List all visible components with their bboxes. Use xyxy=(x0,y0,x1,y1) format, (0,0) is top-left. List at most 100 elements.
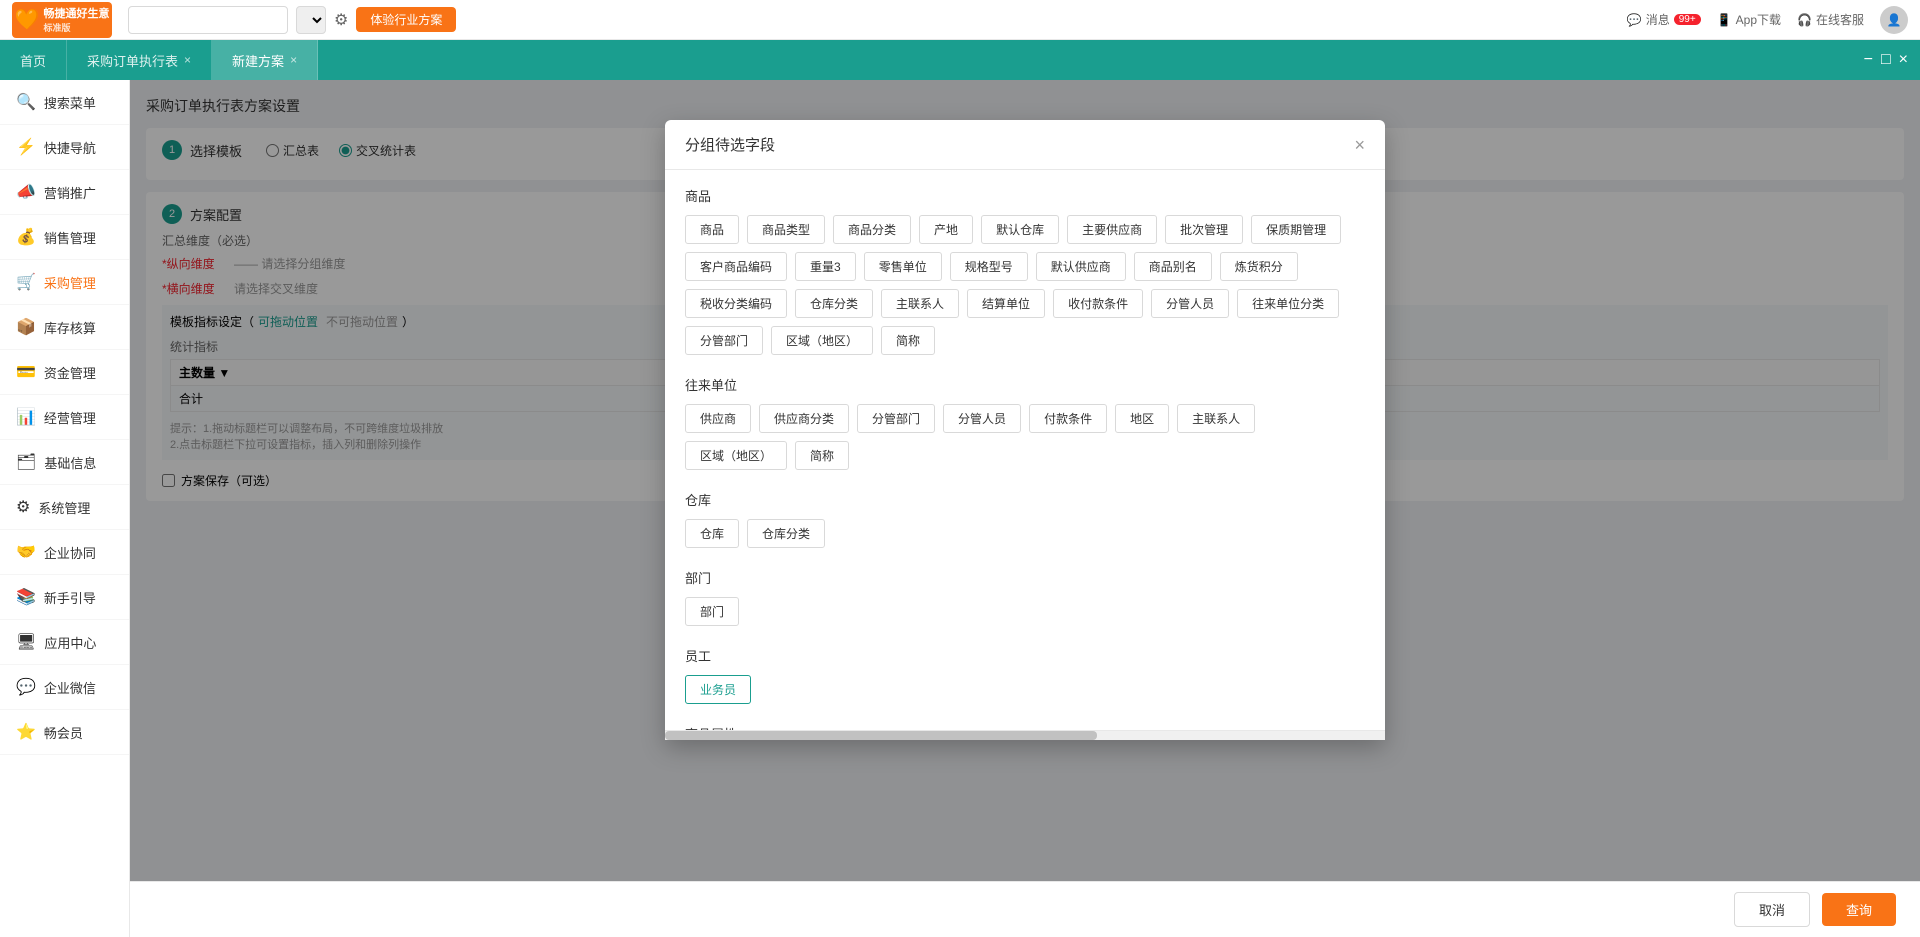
section-counterparty: 往来单位 供应商 供应商分类 分管部门 分管人员 付款条件 地区 主联系人 区域… xyxy=(685,375,1365,470)
tab-new-plan-close[interactable]: × xyxy=(290,53,297,67)
tag-default-supplier[interactable]: 默认供应商 xyxy=(1036,252,1126,281)
tab-purchase-order[interactable]: 采购订单执行表 × xyxy=(67,40,212,80)
tab-expand-icon[interactable]: □ xyxy=(1881,51,1891,69)
tag-warehouse[interactable]: 仓库 xyxy=(685,519,739,548)
tag-customer-goods-code[interactable]: 客户商品编码 xyxy=(685,252,787,281)
app-download-item[interactable]: 📱 App下载 xyxy=(1717,11,1781,28)
section-dept: 部门 部门 xyxy=(685,568,1365,626)
tag-payment-terms[interactable]: 收付款条件 xyxy=(1053,289,1143,318)
sidebar-item-appstore[interactable]: 🖥 应用中心 xyxy=(0,620,129,665)
tag-origin[interactable]: 产地 xyxy=(919,215,973,244)
modal-scrollbar-thumb[interactable] xyxy=(665,731,1097,740)
sidebar-item-inventory-label: 库存核算 xyxy=(44,318,96,337)
sidebar-item-quick-nav[interactable]: ⚡ 快捷导航 xyxy=(0,125,129,170)
sidebar-item-search[interactable]: 🔍 搜索菜单 xyxy=(0,80,129,125)
section-employee-tags: 业务员 xyxy=(685,675,1365,704)
cancel-button[interactable]: 取消 xyxy=(1734,892,1810,927)
tag-cp-payment[interactable]: 付款条件 xyxy=(1029,404,1107,433)
tag-main-contact[interactable]: 主联系人 xyxy=(881,289,959,318)
member-icon: ⭐ xyxy=(16,722,36,742)
tag-cp-manager[interactable]: 分管人员 xyxy=(943,404,1021,433)
tab-home[interactable]: 首页 xyxy=(0,40,67,80)
tag-region[interactable]: 区域（地区） xyxy=(771,326,873,355)
sidebar-item-system[interactable]: ⚙ 系统管理 xyxy=(0,485,129,530)
tag-manager[interactable]: 分管人员 xyxy=(1151,289,1229,318)
tag-batch-management[interactable]: 批次管理 xyxy=(1165,215,1243,244)
tag-dept[interactable]: 分管部门 xyxy=(685,326,763,355)
tag-retail-unit[interactable]: 零售单位 xyxy=(864,252,942,281)
section-employee-title: 员工 xyxy=(685,646,1365,665)
topbar-right: 💬 消息 99+ 📱 App下载 🎧 在线客服 👤 xyxy=(1627,6,1908,34)
tag-cp-area[interactable]: 地区 xyxy=(1115,404,1169,433)
lightning-icon: ⚡ xyxy=(16,137,36,157)
sidebar-item-appstore-label: 应用中心 xyxy=(44,633,96,652)
sidebar-item-purchase[interactable]: 🛒 采购管理 xyxy=(0,260,129,305)
tag-weight[interactable]: 重量3 xyxy=(795,252,856,281)
tag-salesperson[interactable]: 业务员 xyxy=(685,675,751,704)
sidebar-item-quick-nav-label: 快捷导航 xyxy=(44,138,96,157)
tag-default-warehouse[interactable]: 默认仓库 xyxy=(981,215,1059,244)
tag-goods-alias[interactable]: 商品别名 xyxy=(1134,252,1212,281)
tab-close-icon[interactable]: × xyxy=(1899,51,1908,69)
tag-warehouse-cat[interactable]: 仓库分类 xyxy=(747,519,825,548)
sidebar-item-sales[interactable]: 💰 销售管理 xyxy=(0,215,129,260)
tag-refine-points[interactable]: 炼货积分 xyxy=(1220,252,1298,281)
tag-cp-dept[interactable]: 分管部门 xyxy=(857,404,935,433)
tag-warehouse-category[interactable]: 仓库分类 xyxy=(795,289,873,318)
tag-goods[interactable]: 商品 xyxy=(685,215,739,244)
tag-spec-type[interactable]: 规格型号 xyxy=(950,252,1028,281)
sidebar-item-operations[interactable]: 📊 经营管理 xyxy=(0,395,129,440)
tab-new-plan[interactable]: 新建方案 × xyxy=(212,40,318,80)
sidebar-item-marketing-label: 营销推广 xyxy=(44,183,96,202)
tag-department[interactable]: 部门 xyxy=(685,597,739,626)
sidebar-item-system-label: 系统管理 xyxy=(38,498,90,517)
sidebar-item-basic-info[interactable]: 🗂 基础信息 xyxy=(0,440,129,485)
tag-supplier[interactable]: 供应商 xyxy=(685,404,751,433)
tag-cp-region[interactable]: 区域（地区） xyxy=(685,441,787,470)
tag-expiry-management[interactable]: 保质期管理 xyxy=(1251,215,1341,244)
tag-cp-contact[interactable]: 主联系人 xyxy=(1177,404,1255,433)
section-dept-title: 部门 xyxy=(685,568,1365,587)
search-dropdown[interactable] xyxy=(296,6,326,34)
tag-settlement-unit[interactable]: 结算单位 xyxy=(967,289,1045,318)
collab-icon: 🤝 xyxy=(16,542,36,562)
tag-goods-type[interactable]: 商品类型 xyxy=(747,215,825,244)
tag-cp-abbr[interactable]: 简称 xyxy=(795,441,849,470)
service-icon: 🎧 xyxy=(1797,13,1812,27)
tag-goods-category[interactable]: 商品分类 xyxy=(833,215,911,244)
sidebar-item-inventory[interactable]: 📦 库存核算 xyxy=(0,305,129,350)
sidebar-item-wechat[interactable]: 💬 企业微信 xyxy=(0,665,129,710)
gear-icon[interactable]: ⚙ xyxy=(334,10,348,30)
online-service-item[interactable]: 🎧 在线客服 xyxy=(1797,11,1864,28)
sidebar-item-collab[interactable]: 🤝 企业协同 xyxy=(0,530,129,575)
sidebar-item-guide[interactable]: 📚 新手引导 xyxy=(0,575,129,620)
tab-collapse-icon[interactable]: − xyxy=(1864,51,1873,69)
modal-scrollbar-track[interactable] xyxy=(665,730,1385,740)
user-avatar[interactable]: 👤 xyxy=(1880,6,1908,34)
sidebar-item-purchase-label: 采购管理 xyxy=(44,273,96,292)
tag-supplier-category[interactable]: 供应商分类 xyxy=(759,404,849,433)
tag-tax-code[interactable]: 税收分类编码 xyxy=(685,289,787,318)
section-warehouse: 仓库 仓库 仓库分类 xyxy=(685,490,1365,548)
tab-purchase-close[interactable]: × xyxy=(184,53,191,67)
sidebar-item-marketing[interactable]: 📣 营销推广 xyxy=(0,170,129,215)
confirm-button[interactable]: 查询 xyxy=(1822,893,1896,926)
experience-button[interactable]: 体验行业方案 xyxy=(356,7,456,32)
sidebar-item-finance[interactable]: 💳 资金管理 xyxy=(0,350,129,395)
modal-body[interactable]: 商品 商品 商品类型 商品分类 产地 默认仓库 主要供应商 批次管理 保质期管理… xyxy=(665,170,1385,730)
sidebar-item-guide-label: 新手引导 xyxy=(44,588,96,607)
logo-text: 畅捷通好生意 xyxy=(43,5,109,21)
tag-unit-category[interactable]: 往来单位分类 xyxy=(1237,289,1339,318)
search-icon: 🔍 xyxy=(16,92,36,112)
sidebar-item-member[interactable]: ⭐ 畅会员 xyxy=(0,710,129,755)
sidebar-item-sales-label: 销售管理 xyxy=(44,228,96,247)
tab-new-plan-label: 新建方案 xyxy=(232,51,284,70)
search-input[interactable] xyxy=(128,6,288,34)
modal-close-button[interactable]: × xyxy=(1354,136,1365,154)
download-icon: 📱 xyxy=(1717,13,1732,27)
tag-main-supplier[interactable]: 主要供应商 xyxy=(1067,215,1157,244)
sidebar: 🔍 搜索菜单 ⚡ 快捷导航 📣 营销推广 💰 销售管理 🛒 采购管理 📦 库存核… xyxy=(0,80,130,937)
message-icon: 💬 xyxy=(1627,13,1642,27)
tag-abbr[interactable]: 简称 xyxy=(881,326,935,355)
message-item[interactable]: 💬 消息 99+ xyxy=(1627,11,1701,28)
